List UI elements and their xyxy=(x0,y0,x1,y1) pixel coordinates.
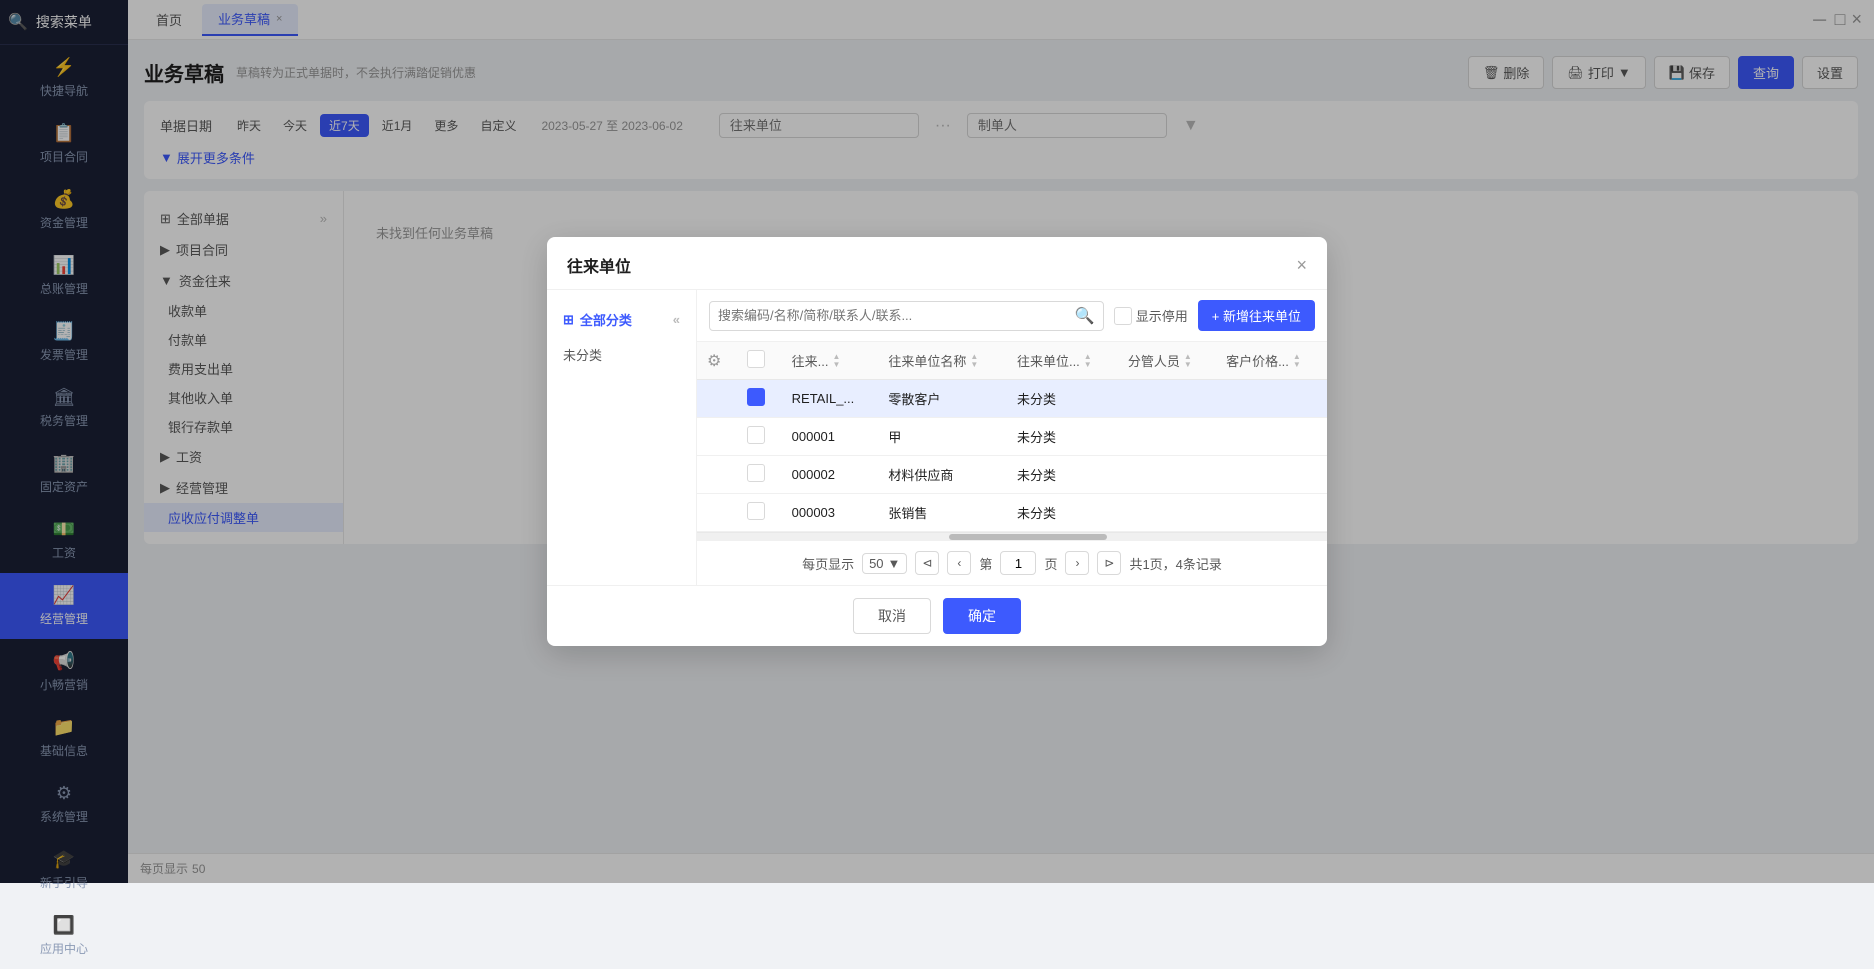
modal-uncategorized[interactable]: 未分类 xyxy=(547,337,696,372)
row-code-2: 000001 xyxy=(782,418,879,456)
grid-icon-modal: ⊞ xyxy=(563,312,574,328)
sidebar-item-appcenter[interactable]: 🔲 应用中心 xyxy=(0,903,128,969)
next-page-btn[interactable]: › xyxy=(1065,551,1089,575)
show-disabled-option[interactable]: 显示停用 xyxy=(1114,306,1188,325)
sort-arrows-name: ▲▼ xyxy=(970,353,978,369)
modal-right-panel: 🔍 显示停用 + 新增往来单位 ⚙ xyxy=(697,290,1327,585)
confirm-button[interactable]: 确定 xyxy=(943,598,1021,634)
party-modal: 往来单位 × ⊞ 全部分类 « 未分类 xyxy=(547,237,1327,646)
table-row[interactable]: RETAIL_... 零散客户 未分类 xyxy=(697,380,1327,418)
search-icon-modal: 🔍 xyxy=(1075,306,1095,326)
row-code-1: RETAIL_... xyxy=(782,380,879,418)
table-row[interactable]: 000002 材料供应商 未分类 xyxy=(697,456,1327,494)
prev-page-btn[interactable]: ‹ xyxy=(947,551,971,575)
modal-body: ⊞ 全部分类 « 未分类 🔍 显示停用 xyxy=(547,290,1327,585)
collapse-modal-icon: « xyxy=(673,312,680,327)
th-name: 往来单位名称 ▲▼ xyxy=(878,342,1007,380)
row-check-3[interactable] xyxy=(747,464,765,482)
th-checkbox xyxy=(737,342,781,380)
row-checkbox-1[interactable] xyxy=(737,380,781,418)
modal-close-button[interactable]: × xyxy=(1296,255,1307,276)
modal-all-category[interactable]: ⊞ 全部分类 « xyxy=(547,302,696,337)
config-icon[interactable]: ⚙ xyxy=(707,353,721,370)
row-price-3 xyxy=(1216,456,1327,494)
sort-arrows-code: ▲▼ xyxy=(832,353,840,369)
modal-search-input[interactable] xyxy=(718,308,1069,323)
th-salesperson: 分管人员 ▲▼ xyxy=(1118,342,1216,380)
row-category-2: 未分类 xyxy=(1007,418,1118,456)
th-code: 往来... ▲▼ xyxy=(782,342,879,380)
row-salesperson-2 xyxy=(1118,418,1216,456)
row-code-4: 000003 xyxy=(782,494,879,532)
cancel-button[interactable]: 取消 xyxy=(853,598,931,634)
sort-name[interactable]: 往来单位名称 ▲▼ xyxy=(888,351,997,370)
row-name-4: 张销售 xyxy=(878,494,1007,532)
modal-title: 往来单位 xyxy=(567,253,631,277)
modal-footer: 取消 确定 xyxy=(547,585,1327,646)
row-salesperson-1 xyxy=(1118,380,1216,418)
row-check-2[interactable] xyxy=(747,426,765,444)
scrollbar-thumb[interactable] xyxy=(949,534,1107,540)
row-config-1 xyxy=(697,380,737,418)
row-price-4 xyxy=(1216,494,1327,532)
add-party-button[interactable]: + 新增往来单位 xyxy=(1198,300,1315,331)
modal-pagination: 每页显示 50 ▼ ⊲ ‹ 第 页 › ⊳ 共1页，4条记录 xyxy=(697,540,1327,585)
th-price-level: 客户价格... ▲▼ xyxy=(1216,342,1327,380)
row-config-4 xyxy=(697,494,737,532)
sort-arrows-price-level: ▲▼ xyxy=(1293,353,1301,369)
modal-table-wrap: ⚙ 往来... ▲▼ 往来单位 xyxy=(697,342,1327,532)
modal-search-box[interactable]: 🔍 xyxy=(709,301,1104,331)
page-size-arrow: ▼ xyxy=(888,556,901,571)
row-salesperson-4 xyxy=(1118,494,1216,532)
row-config-3 xyxy=(697,456,737,494)
appcenter-icon: 🔲 xyxy=(53,915,75,936)
modal-toolbar: 🔍 显示停用 + 新增往来单位 xyxy=(697,290,1327,342)
row-name-2: 甲 xyxy=(878,418,1007,456)
header-checkbox[interactable] xyxy=(747,350,765,368)
row-category-3: 未分类 xyxy=(1007,456,1118,494)
table-scrollbar[interactable] xyxy=(697,532,1327,540)
modal-header: 往来单位 × xyxy=(547,237,1327,290)
row-category-1: 未分类 xyxy=(1007,380,1118,418)
sort-salesperson[interactable]: 分管人员 ▲▼ xyxy=(1128,351,1206,370)
row-name-1: 零散客户 xyxy=(878,380,1007,418)
modal-left-panel: ⊞ 全部分类 « 未分类 xyxy=(547,290,697,585)
th-config: ⚙ xyxy=(697,342,737,380)
row-salesperson-3 xyxy=(1118,456,1216,494)
show-disabled-checkbox[interactable] xyxy=(1114,307,1132,325)
page-size-select[interactable]: 50 ▼ xyxy=(862,553,907,574)
row-check-1[interactable] xyxy=(747,388,765,406)
sort-category[interactable]: 往来单位... ▲▼ xyxy=(1017,351,1108,370)
table-row[interactable]: 000001 甲 未分类 xyxy=(697,418,1327,456)
page-input[interactable] xyxy=(1000,551,1036,575)
row-price-1 xyxy=(1216,380,1327,418)
first-page-btn[interactable]: ⊲ xyxy=(915,551,939,575)
table-header-row: ⚙ 往来... ▲▼ 往来单位 xyxy=(697,342,1327,380)
row-category-4: 未分类 xyxy=(1007,494,1118,532)
row-config-2 xyxy=(697,418,737,456)
row-code-3: 000002 xyxy=(782,456,879,494)
table-row[interactable]: 000003 张销售 未分类 xyxy=(697,494,1327,532)
row-checkbox-2[interactable] xyxy=(737,418,781,456)
row-name-3: 材料供应商 xyxy=(878,456,1007,494)
sort-arrows-salesperson: ▲▼ xyxy=(1184,353,1192,369)
row-checkbox-3[interactable] xyxy=(737,456,781,494)
sort-price-level[interactable]: 客户价格... ▲▼ xyxy=(1226,351,1317,370)
row-check-4[interactable] xyxy=(747,502,765,520)
last-page-btn[interactable]: ⊳ xyxy=(1097,551,1121,575)
modal-table: ⚙ 往来... ▲▼ 往来单位 xyxy=(697,342,1327,532)
th-category: 往来单位... ▲▼ xyxy=(1007,342,1118,380)
sort-code[interactable]: 往来... ▲▼ xyxy=(792,351,869,370)
row-price-2 xyxy=(1216,418,1327,456)
modal-overlay: 往来单位 × ⊞ 全部分类 « 未分类 xyxy=(0,0,1874,883)
row-checkbox-4[interactable] xyxy=(737,494,781,532)
sort-arrows-category: ▲▼ xyxy=(1084,353,1092,369)
total-info: 共1页，4条记录 xyxy=(1129,554,1221,573)
